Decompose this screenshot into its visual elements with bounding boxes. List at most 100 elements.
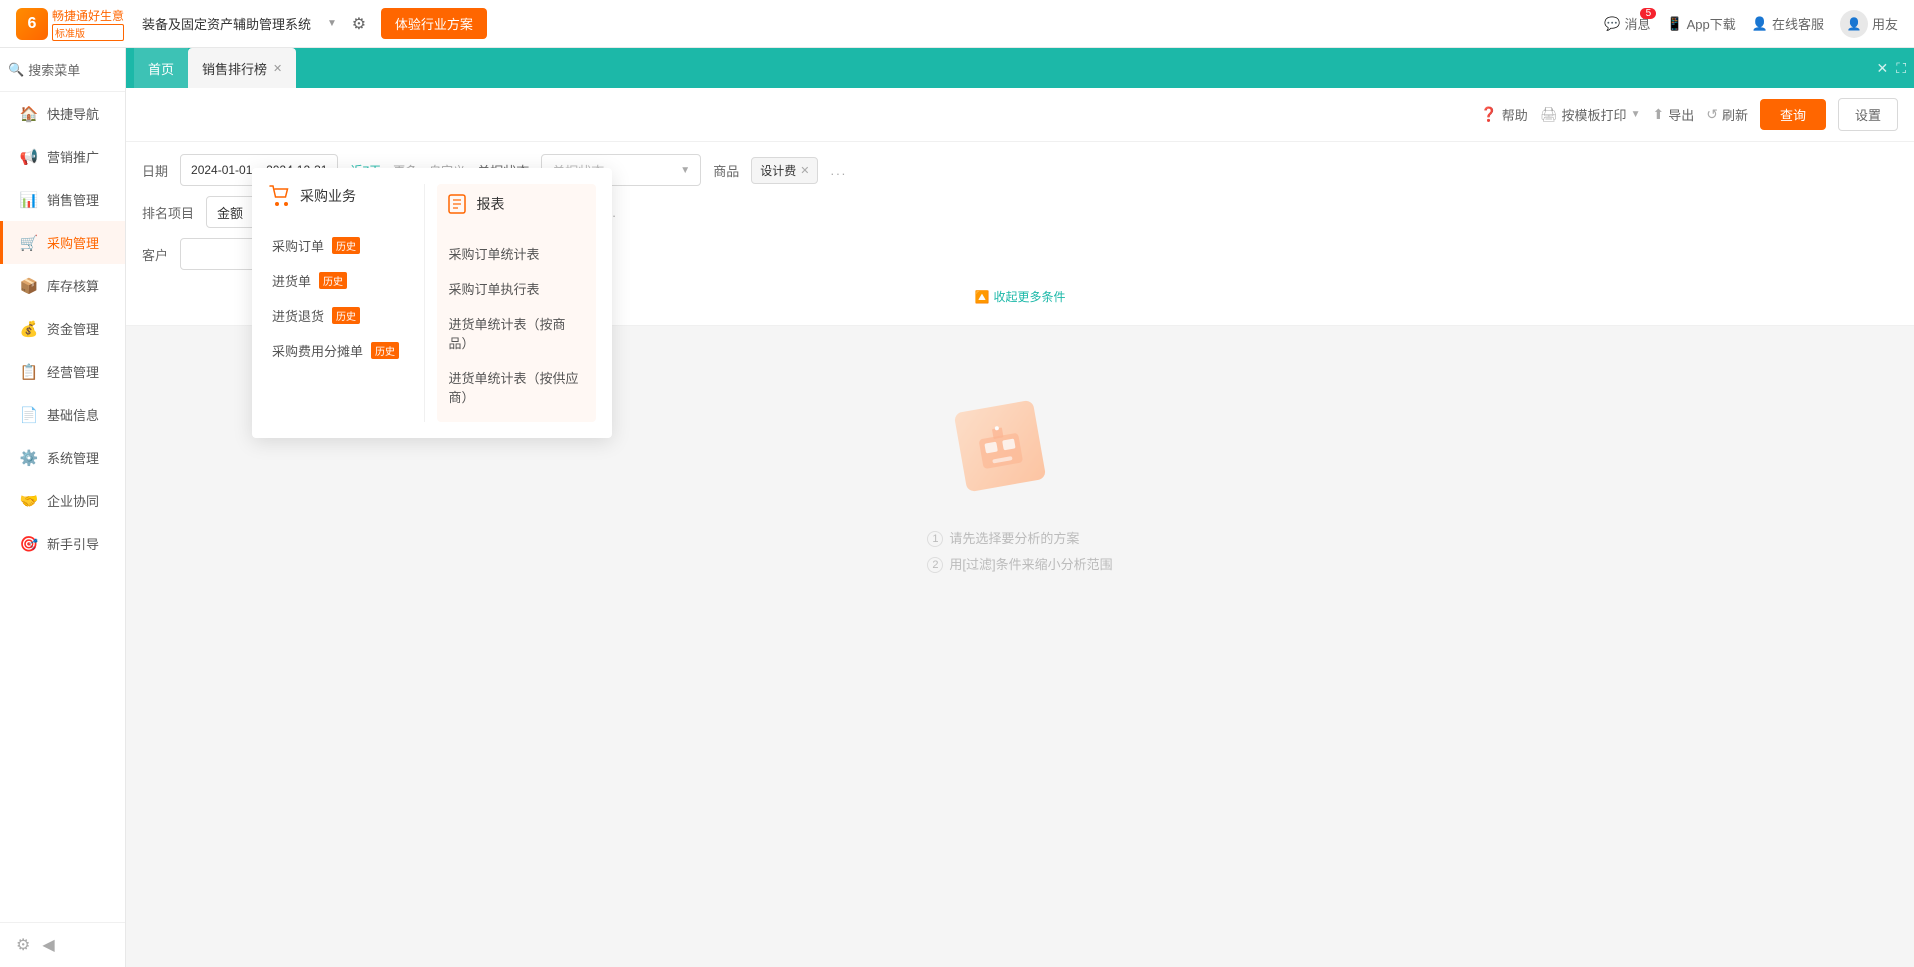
sidebar-nav: 🏠 快捷导航 📢 营销推广 📊 销售管理 🛒 采购管理 📦 库存核 xyxy=(0,92,125,922)
cart-icon xyxy=(269,185,291,207)
search-button[interactable]: 查询 xyxy=(1760,99,1826,130)
sidebar-item-enterprise[interactable]: 🤝 企业协同 xyxy=(0,479,125,522)
sales-icon: 📊 xyxy=(19,191,39,209)
sidebar-item-operation[interactable]: 📋 经营管理 xyxy=(0,350,125,393)
search-menu-icon: 🔍 搜索菜单 xyxy=(8,60,117,79)
finance-icon: 💰 xyxy=(19,320,39,338)
goods-tag-close[interactable]: ✕ xyxy=(800,164,809,177)
content-area: 首页 销售排行榜 ✕ ✕ ⛶ ❓ 帮助 xyxy=(126,48,1914,967)
receipt-by-goods-label: 进货单统计表（按商品） xyxy=(449,314,585,352)
print-dropdown-icon[interactable]: ▼ xyxy=(1631,109,1641,120)
col-divider xyxy=(424,184,425,422)
tab-close-icon[interactable]: ✕ xyxy=(273,62,282,75)
message-badge: 5 xyxy=(1640,8,1656,19)
goods-label: 商品 xyxy=(713,161,739,180)
content-header: ❓ 帮助 🖨 按模板打印 ▼ ⬆ 导出 ↺ 刷新 xyxy=(126,88,1914,142)
robot-icon xyxy=(965,411,1035,481)
report-icon xyxy=(446,193,468,215)
operation-icon: 📋 xyxy=(19,363,39,381)
help-icon: ❓ xyxy=(1480,106,1497,123)
tab-home[interactable]: 首页 xyxy=(134,48,188,88)
basic-info-icon: 📄 xyxy=(19,406,39,424)
title-dropdown-icon[interactable]: ▼ xyxy=(327,18,337,29)
top-bar: 6 畅捷通好生意 标准版 装备及固定资产辅助管理系统 ▼ ⚙ 体验行业方案 💬 … xyxy=(0,0,1914,48)
sidebar-item-sales[interactable]: 📊 销售管理 xyxy=(0,178,125,221)
purchase-col-header: 采购业务 xyxy=(268,184,412,216)
system-title: 装备及固定资产辅助管理系统 xyxy=(134,14,319,33)
purchase-col-title: 采购业务 xyxy=(300,186,356,206)
marketing-icon: 📢 xyxy=(19,148,39,166)
sidebar-item-marketing[interactable]: 📢 营销推广 xyxy=(0,135,125,178)
po-stats-label: 采购订单统计表 xyxy=(449,244,540,263)
tab-sales-rank[interactable]: 销售排行榜 ✕ xyxy=(188,48,296,88)
inventory-icon: 📦 xyxy=(19,277,39,295)
home-icon: 🏠 xyxy=(19,105,39,123)
dropdown-item-receipt-by-goods[interactable]: 进货单统计表（按商品） xyxy=(445,306,589,360)
help-action[interactable]: ❓ 帮助 xyxy=(1480,105,1527,124)
tab-sales-rank-label: 销售排行榜 xyxy=(202,59,267,78)
ranking-label: 排名项目 xyxy=(142,203,194,222)
message-icon: 💬 xyxy=(1604,16,1620,32)
logo-icon: 6 xyxy=(16,8,48,40)
export-action[interactable]: ⬆ 导出 xyxy=(1652,105,1694,124)
dropdown-item-purchase-order[interactable]: 采购订单 历史 xyxy=(268,228,412,263)
sidebar-search[interactable]: 🔍 搜索菜单 xyxy=(0,48,125,92)
po-exec-label: 采购订单执行表 xyxy=(449,279,540,298)
goods-return-label: 进货退货 xyxy=(272,306,324,325)
purchase-expense-badge: 历史 xyxy=(371,342,399,359)
dropdown-item-goods-receipt[interactable]: 进货单 历史 xyxy=(268,263,412,298)
empty-illustration xyxy=(954,400,1047,493)
dropdown-item-receipt-by-supplier[interactable]: 进货单统计表（按供应商） xyxy=(445,360,589,414)
sidebar-item-quick-nav[interactable]: 🏠 快捷导航 xyxy=(0,92,125,135)
tab-bar: 首页 销售排行榜 ✕ ✕ ⛶ xyxy=(126,48,1914,88)
export-icon: ⬆ xyxy=(1652,106,1664,123)
sidebar-item-finance[interactable]: 💰 资金管理 xyxy=(0,307,125,350)
logo-text: 畅捷通好生意 标准版 xyxy=(52,7,124,41)
empty-step2: 2 用[过滤]条件来缩小分析范围 xyxy=(927,552,1112,578)
message-icon-group[interactable]: 💬 消息 5 xyxy=(1604,14,1650,33)
dropdown-item-po-exec[interactable]: 采购订单执行表 xyxy=(445,271,589,306)
footer-settings-icon[interactable]: ⚙ xyxy=(16,935,30,955)
print-action[interactable]: 🖨 按模板打印 ▼ xyxy=(1540,105,1641,124)
purchase-expense-label: 采购费用分摊单 xyxy=(272,341,363,360)
sidebar-item-purchase[interactable]: 🛒 采购管理 xyxy=(0,221,125,264)
goods-dots[interactable]: ... xyxy=(830,163,847,178)
system-icon: ⚙️ xyxy=(19,449,39,467)
collapse-button[interactable]: 🔼 收起更多条件 xyxy=(975,288,1066,305)
user-group[interactable]: 👤 用友 xyxy=(1840,10,1898,38)
online-service-group[interactable]: 👤 在线客服 xyxy=(1752,14,1824,33)
goods-receipt-badge: 历史 xyxy=(319,272,347,289)
tab-home-label: 首页 xyxy=(148,59,174,78)
goods-return-badge: 历史 xyxy=(332,307,360,324)
empty-icon xyxy=(960,406,1080,506)
sidebar-item-inventory[interactable]: 📦 库存核算 xyxy=(0,264,125,307)
footer-collapse-icon[interactable]: ◀ xyxy=(42,935,54,955)
dropdown-item-goods-return[interactable]: 进货退货 历史 xyxy=(268,298,412,333)
refresh-action[interactable]: ↺ 刷新 xyxy=(1706,105,1748,124)
report-col-title: 报表 xyxy=(477,194,505,214)
dropdown-cols: 采购业务 采购订单 历史 进货单 历史 进货退货 xyxy=(268,184,596,422)
purchase-col: 采购业务 采购订单 历史 进货单 历史 进货退货 xyxy=(268,184,412,422)
sidebar: 🔍 搜索菜单 🏠 快捷导航 📢 营销推广 📊 销售管理 🛒 xyxy=(0,48,126,967)
guide-icon: 🎯 xyxy=(19,535,39,553)
sidebar-item-basic-info[interactable]: 📄 基础信息 xyxy=(0,393,125,436)
avatar: 👤 xyxy=(1840,10,1868,38)
receipt-by-supplier-label: 进货单统计表（按供应商） xyxy=(449,368,585,406)
purchase-dropdown-menu: 采购业务 采购订单 历史 进货单 历史 进货退货 xyxy=(252,168,612,438)
sidebar-item-system[interactable]: ⚙️ 系统管理 xyxy=(0,436,125,479)
dropdown-item-purchase-expense[interactable]: 采购费用分摊单 历史 xyxy=(268,333,412,368)
report-col: 报表 采购订单统计表 采购订单执行表 进货单统计表（按商品） xyxy=(437,184,597,422)
collapse-up-icon: 🔼 xyxy=(975,290,990,304)
industry-button[interactable]: 体验行业方案 xyxy=(381,8,487,39)
settings-icon[interactable]: ⚙ xyxy=(345,10,373,38)
sidebar-item-guide[interactable]: 🎯 新手引导 xyxy=(0,522,125,565)
customer-label: 客户 xyxy=(142,245,168,264)
tab-window-controls: ✕ ⛶ xyxy=(1876,60,1906,77)
dropdown-item-po-stats[interactable]: 采购订单统计表 xyxy=(445,236,589,271)
user-label: 用友 xyxy=(1872,14,1898,33)
window-maximize-icon[interactable]: ⛶ xyxy=(1896,60,1906,77)
window-close-icon[interactable]: ✕ xyxy=(1876,60,1888,77)
logo-area: 6 畅捷通好生意 标准版 xyxy=(16,7,126,41)
app-download-group[interactable]: 📱 App下载 xyxy=(1666,14,1735,33)
set-button[interactable]: 设置 xyxy=(1838,98,1898,131)
